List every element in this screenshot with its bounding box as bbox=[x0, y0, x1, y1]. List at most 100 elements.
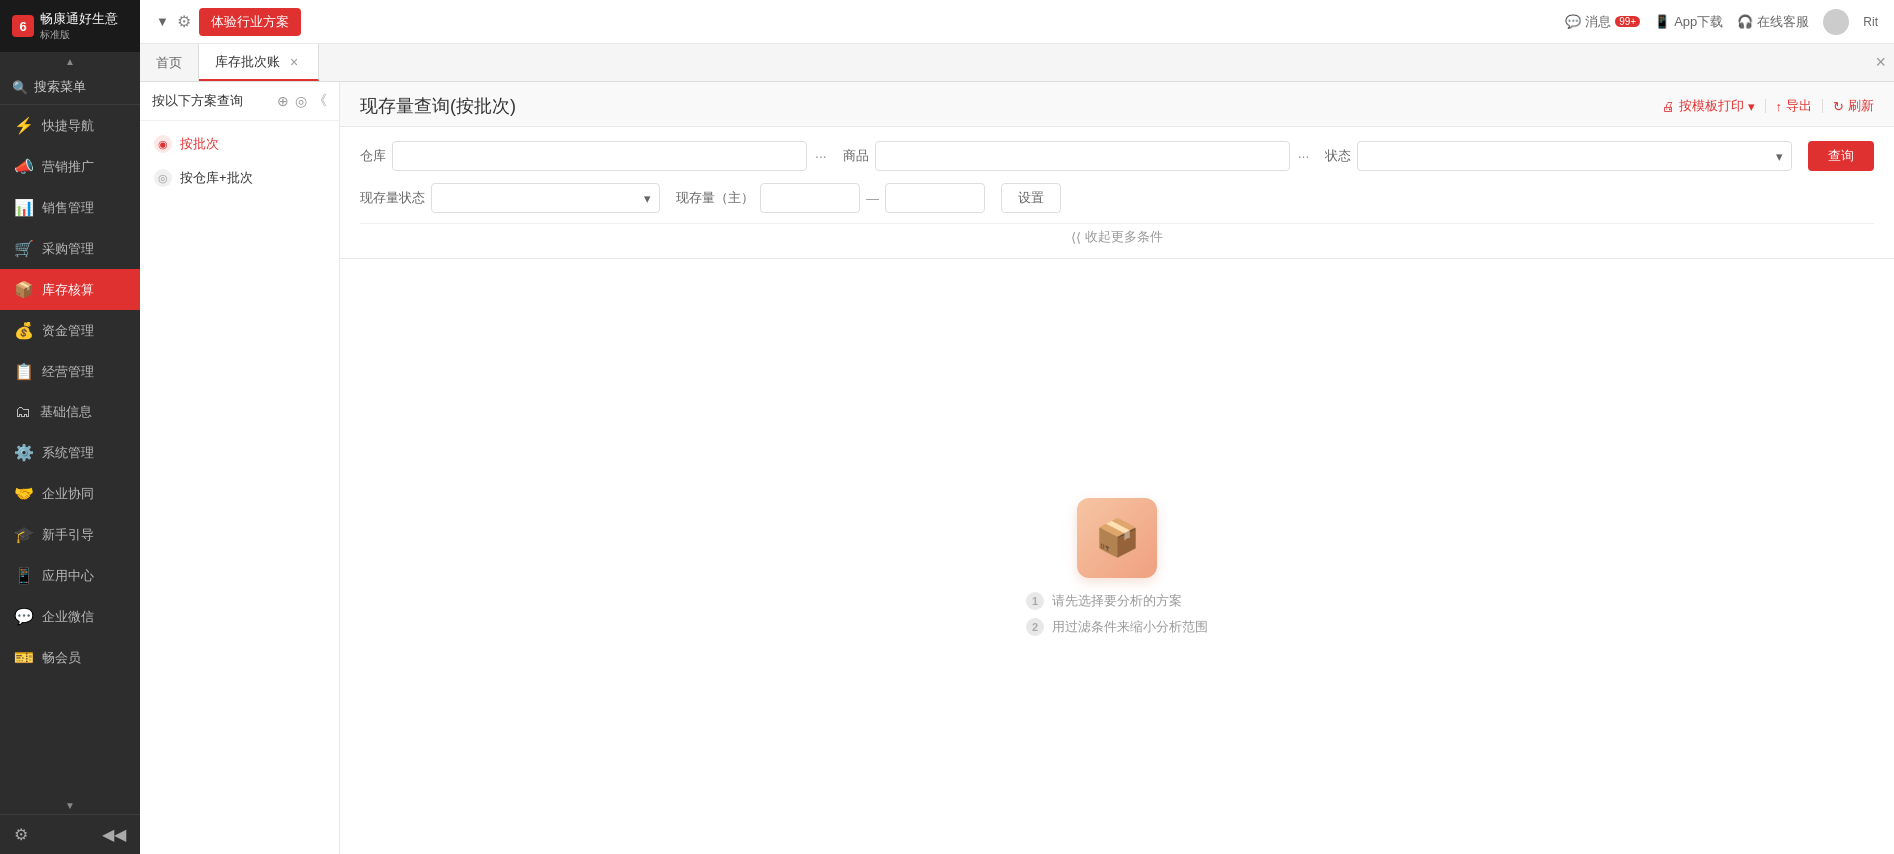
sidebar-item-marketing[interactable]: 📣 营销推广 bbox=[0, 146, 140, 187]
main-area: ▼ ⚙ 体验行业方案 💬 消息 99+ 📱 App下载 🎧 在线客服 Rit bbox=[140, 0, 1894, 854]
sidebar-scroll-up[interactable]: ▲ bbox=[0, 52, 140, 70]
warehouse-more-icon[interactable]: ··· bbox=[815, 148, 827, 164]
add-scheme-icon[interactable]: ⊕ bbox=[277, 93, 289, 109]
stock-status-select[interactable]: ▾ bbox=[431, 183, 660, 213]
hint-number-2: 2 bbox=[1026, 618, 1044, 636]
chevron-down-icon2: ▾ bbox=[644, 191, 651, 206]
appcenter-icon: 📱 bbox=[14, 566, 34, 585]
tab-bar: 首页 库存批次账 × × bbox=[140, 44, 1894, 82]
message-badge: 99+ bbox=[1615, 16, 1640, 27]
stock-main-max-input[interactable] bbox=[885, 183, 985, 213]
purchase-icon: 🛒 bbox=[14, 239, 34, 258]
stock-main-filter-group: 现存量（主） — bbox=[676, 183, 985, 213]
app-download-label: App下载 bbox=[1674, 13, 1723, 31]
page-header: 现存量查询(按批次) 🖨 按模板打印 ▾ ↑ 导出 ↻ 刷 bbox=[340, 82, 1894, 127]
topbar: ▼ ⚙ 体验行业方案 💬 消息 99+ 📱 App下载 🎧 在线客服 Rit bbox=[140, 0, 1894, 44]
app-download-icon: 📱 bbox=[1654, 14, 1670, 29]
sidebar-item-newguide[interactable]: 🎓 新手引导 bbox=[0, 514, 140, 555]
stock-main-range: — bbox=[760, 183, 985, 213]
stock-status-label: 现存量状态 bbox=[360, 189, 425, 207]
query-button[interactable]: 查询 bbox=[1808, 141, 1874, 171]
online-service-button[interactable]: 🎧 在线客服 bbox=[1737, 13, 1809, 31]
status-select[interactable]: ▾ bbox=[1357, 141, 1792, 171]
topbar-dropdown[interactable]: ▼ bbox=[156, 14, 169, 29]
marketing-icon: 📣 bbox=[14, 157, 34, 176]
scheme-item-by-warehouse-batch[interactable]: ◎ 按仓库+批次 bbox=[140, 161, 339, 195]
user-avatar[interactable] bbox=[1823, 9, 1849, 35]
topbar-left: ▼ ⚙ 体验行业方案 bbox=[156, 8, 1555, 36]
sidebar-item-basic[interactable]: 🗂 基础信息 bbox=[0, 392, 140, 432]
sidebar: 6 畅康通好生意 标准版 ▲ 🔍 搜索菜单 ⚡ 快捷导航 📣 营销推广 📊 销售… bbox=[0, 0, 140, 854]
sidebar-item-label: 新手引导 bbox=[42, 526, 94, 544]
chevron-down-icon: ▾ bbox=[1776, 149, 1783, 164]
sidebar-item-inventory[interactable]: 📦 库存核算 bbox=[0, 269, 140, 310]
sidebar-item-appcenter[interactable]: 📱 应用中心 bbox=[0, 555, 140, 596]
finance-icon: 💰 bbox=[14, 321, 34, 340]
sidebar-item-label: 畅会员 bbox=[42, 649, 81, 667]
warehouse-input[interactable] bbox=[392, 141, 807, 171]
settings-icon[interactable]: ⚙ bbox=[14, 825, 28, 844]
page-header-actions: 🖨 按模板打印 ▾ ↑ 导出 ↻ 刷新 bbox=[1662, 97, 1875, 115]
scheme-header-title: 按以下方案查询 bbox=[152, 92, 243, 110]
scheme-inactive-icon: ◎ bbox=[154, 169, 172, 187]
empty-icon-wrapper: 📦 bbox=[1067, 478, 1167, 578]
refresh-button[interactable]: ↻ 刷新 bbox=[1833, 97, 1874, 115]
message-button[interactable]: 💬 消息 99+ bbox=[1565, 13, 1640, 31]
service-icon: 🎧 bbox=[1737, 14, 1753, 29]
scheme-item-by-batch[interactable]: ◉ 按批次 bbox=[140, 127, 339, 161]
basic-icon: 🗂 bbox=[14, 403, 32, 421]
topbar-gear-icon[interactable]: ⚙ bbox=[177, 12, 191, 31]
refresh-icon: ↻ bbox=[1833, 99, 1844, 114]
sidebar-item-label: 销售管理 bbox=[42, 199, 94, 217]
scheme-header: 按以下方案查询 ⊕ ◎ 《 bbox=[140, 82, 339, 121]
sidebar-search-item[interactable]: 🔍 搜索菜单 bbox=[0, 70, 140, 105]
sidebar-item-finance[interactable]: 💰 资金管理 bbox=[0, 310, 140, 351]
tab-batch-account[interactable]: 库存批次账 × bbox=[199, 44, 319, 81]
collapse-sidebar-icon[interactable]: ◀◀ bbox=[102, 825, 126, 844]
enterprise-icon: 🤝 bbox=[14, 484, 34, 503]
search-icon: 🔍 bbox=[12, 80, 28, 95]
username-label[interactable]: Rit bbox=[1863, 15, 1878, 29]
sidebar-nav: ⚡ 快捷导航 📣 营销推广 📊 销售管理 🛒 采购管理 📦 库存核算 💰 资金管… bbox=[0, 105, 140, 796]
settings-scheme-icon[interactable]: ◎ bbox=[295, 93, 307, 109]
sidebar-item-member[interactable]: 🎫 畅会员 bbox=[0, 637, 140, 678]
sidebar-item-enterprise[interactable]: 🤝 企业协同 bbox=[0, 473, 140, 514]
collapse-label: 收起更多条件 bbox=[1085, 228, 1163, 246]
stock-main-min-input[interactable] bbox=[760, 183, 860, 213]
tab-close-button[interactable]: × bbox=[286, 53, 302, 71]
sidebar-item-operation[interactable]: 📋 经营管理 bbox=[0, 351, 140, 392]
message-icon: 💬 bbox=[1565, 14, 1581, 29]
export-button[interactable]: ↑ 导出 bbox=[1776, 97, 1813, 115]
divider bbox=[1765, 99, 1766, 113]
sidebar-item-system[interactable]: ⚙️ 系统管理 bbox=[0, 432, 140, 473]
empty-hint-1: 1 请先选择要分析的方案 bbox=[1026, 592, 1208, 610]
collapse-scheme-icon[interactable]: 《 bbox=[313, 92, 327, 110]
sidebar-item-sales[interactable]: 📊 销售管理 bbox=[0, 187, 140, 228]
product-label: 商品 bbox=[843, 147, 869, 165]
product-input[interactable] bbox=[875, 141, 1290, 171]
hint-text-2: 用过滤条件来缩小分析范围 bbox=[1052, 618, 1208, 636]
settings-button[interactable]: 设置 bbox=[1001, 183, 1061, 213]
sidebar-item-quick-nav[interactable]: ⚡ 快捷导航 bbox=[0, 105, 140, 146]
main-panel-close-button[interactable]: × bbox=[1867, 50, 1894, 75]
tab-home[interactable]: 首页 bbox=[140, 44, 199, 81]
app-download-button[interactable]: 📱 App下载 bbox=[1654, 13, 1723, 31]
sidebar-scroll-down[interactable]: ▼ bbox=[0, 796, 140, 814]
empty-state: 📦 1 请先选择要分析的方案 2 用过滤条件来缩小分析范围 bbox=[340, 259, 1894, 854]
stock-status-filter-group: 现存量状态 ▾ bbox=[360, 183, 660, 213]
system-icon: ⚙️ bbox=[14, 443, 34, 462]
sidebar-item-wechat[interactable]: 💬 企业微信 bbox=[0, 596, 140, 637]
sidebar-search-label: 搜索菜单 bbox=[34, 78, 86, 96]
scheme-header-actions: ⊕ ◎ 《 bbox=[277, 92, 327, 110]
product-more-icon[interactable]: ··· bbox=[1298, 148, 1310, 164]
scheme-panel: 按以下方案查询 ⊕ ◎ 《 ◉ 按批次 ◎ 按仓库+批次 bbox=[140, 82, 340, 854]
collapse-filter-button[interactable]: ⟨⟨ 收起更多条件 bbox=[360, 223, 1874, 250]
experience-button[interactable]: 体验行业方案 bbox=[199, 8, 301, 36]
sidebar-header: 6 畅康通好生意 标准版 bbox=[0, 0, 140, 52]
sidebar-item-label: 应用中心 bbox=[42, 567, 94, 585]
sidebar-item-purchase[interactable]: 🛒 采购管理 bbox=[0, 228, 140, 269]
quick-nav-icon: ⚡ bbox=[14, 116, 34, 135]
sidebar-footer: ⚙ ◀◀ bbox=[0, 814, 140, 854]
print-button[interactable]: 🖨 按模板打印 ▾ bbox=[1662, 97, 1755, 115]
message-label: 消息 bbox=[1585, 13, 1611, 31]
